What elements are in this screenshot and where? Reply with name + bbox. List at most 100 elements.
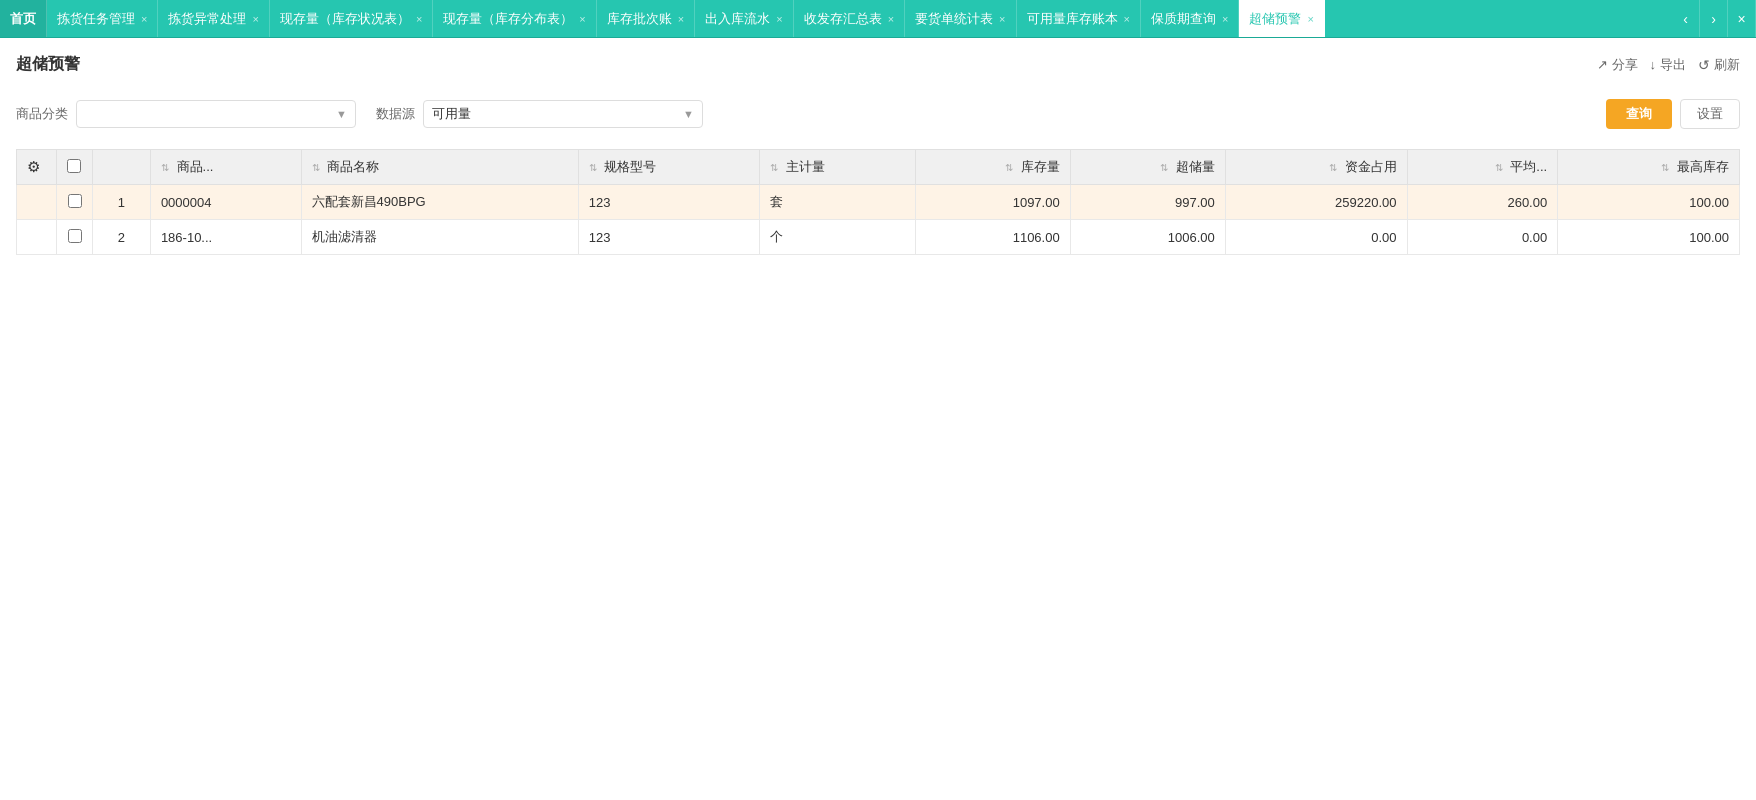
nav-home[interactable]: 首页	[0, 0, 47, 37]
sort-icon-stock: ⇅	[1005, 162, 1013, 173]
row-spec-1: 123	[578, 220, 760, 255]
table-header-row: ⚙ ⇅ 商品... ⇅ 商品名称 ⇅ 规格型号	[17, 150, 1740, 185]
sort-icon-over: ⇅	[1160, 162, 1168, 173]
filter-row: 商品分类 ▼ 数据源 可用量 ▼ 查询 设置	[16, 91, 1740, 137]
th-max[interactable]: ⇅ 最高库存	[1558, 150, 1740, 185]
tab-close-8[interactable]: ×	[1124, 13, 1130, 25]
top-navigation: 首页 拣货任务管理×拣货异常处理×现存量（库存状况表）×现存量（库存分布表）×库…	[0, 0, 1756, 38]
tab-close-4[interactable]: ×	[678, 13, 684, 25]
row-spec-0: 123	[578, 185, 760, 220]
nav-tab-5[interactable]: 出入库流水×	[695, 0, 793, 37]
table-row: 2 186-10... 机油滤清器 123 个 1106.00 1006.00 …	[17, 220, 1740, 255]
nav-tab-3[interactable]: 现存量（库存分布表）×	[433, 0, 596, 37]
table-row: 1 0000004 六配套新昌490BPG 123 套 1097.00 997.…	[17, 185, 1740, 220]
row-checkbox-1[interactable]	[68, 229, 82, 243]
row-capital-0: 259220.00	[1225, 185, 1407, 220]
share-button[interactable]: ↗ 分享	[1597, 56, 1638, 74]
query-button[interactable]: 查询	[1606, 99, 1672, 129]
nav-tab-1[interactable]: 拣货异常处理×	[158, 0, 269, 37]
header-actions: ↗ 分享 ↓ 导出 ↺ 刷新	[1597, 56, 1741, 74]
filter-actions: 查询 设置	[1606, 99, 1740, 129]
row-max-0: 100.00	[1558, 185, 1740, 220]
sort-icon-capital: ⇅	[1329, 162, 1337, 173]
nav-tab-2[interactable]: 现存量（库存状况表）×	[270, 0, 433, 37]
row-gear-cell	[17, 220, 57, 255]
th-avg[interactable]: ⇅ 平均...	[1407, 150, 1558, 185]
sort-icon-avg: ⇅	[1495, 162, 1503, 173]
category-arrow-icon: ▼	[336, 108, 347, 120]
nav-tab-9[interactable]: 保质期查询×	[1141, 0, 1239, 37]
th-num	[93, 150, 151, 185]
row-gear-cell	[17, 185, 57, 220]
th-capital[interactable]: ⇅ 资金占用	[1225, 150, 1407, 185]
row-checkbox-0[interactable]	[68, 194, 82, 208]
tab-close-2[interactable]: ×	[416, 13, 422, 25]
row-unit-1: 个	[760, 220, 915, 255]
nav-tab-7[interactable]: 要货单统计表×	[905, 0, 1016, 37]
datasource-select[interactable]: 可用量 ▼	[423, 100, 703, 128]
row-name-1: 机油滤清器	[301, 220, 578, 255]
th-stock[interactable]: ⇅ 库存量	[915, 150, 1070, 185]
row-stock-0: 1097.00	[915, 185, 1070, 220]
sort-icon-unit: ⇅	[770, 162, 778, 173]
gear-icon: ⚙	[27, 158, 40, 175]
sort-icon-name: ⇅	[312, 162, 320, 173]
row-code-0: 0000004	[150, 185, 301, 220]
data-table: ⚙ ⇅ 商品... ⇅ 商品名称 ⇅ 规格型号	[16, 149, 1740, 255]
nav-tab-10[interactable]: 超储预警×	[1239, 0, 1324, 37]
row-num-0: 1	[93, 185, 151, 220]
row-avg-0: 260.00	[1407, 185, 1558, 220]
th-unit[interactable]: ⇅ 主计量	[760, 150, 915, 185]
nav-arrow-left[interactable]: ‹	[1672, 0, 1700, 37]
tab-close-0[interactable]: ×	[141, 13, 147, 25]
datasource-value: 可用量	[432, 105, 471, 123]
row-avg-1: 0.00	[1407, 220, 1558, 255]
row-over-1: 1006.00	[1070, 220, 1225, 255]
export-icon: ↓	[1650, 57, 1657, 72]
tab-close-10[interactable]: ×	[1307, 13, 1313, 25]
datasource-filter: 数据源 可用量 ▼	[376, 100, 703, 128]
row-max-1: 100.00	[1558, 220, 1740, 255]
refresh-button[interactable]: ↺ 刷新	[1698, 56, 1740, 74]
refresh-icon: ↺	[1698, 57, 1710, 73]
th-spec[interactable]: ⇅ 规格型号	[578, 150, 760, 185]
nav-tab-4[interactable]: 库存批次账×	[597, 0, 695, 37]
row-code-1: 186-10...	[150, 220, 301, 255]
tab-close-7[interactable]: ×	[999, 13, 1005, 25]
category-label: 商品分类	[16, 105, 68, 123]
tab-close-6[interactable]: ×	[888, 13, 894, 25]
tab-close-5[interactable]: ×	[776, 13, 782, 25]
nav-arrow-right[interactable]: ›	[1700, 0, 1728, 37]
th-code[interactable]: ⇅ 商品...	[150, 150, 301, 185]
category-select[interactable]: ▼	[76, 100, 356, 128]
tab-close-3[interactable]: ×	[579, 13, 585, 25]
sort-icon-code: ⇅	[161, 162, 169, 173]
tab-close-9[interactable]: ×	[1222, 13, 1228, 25]
row-checkbox-cell[interactable]	[57, 185, 93, 220]
export-button[interactable]: ↓ 导出	[1650, 56, 1687, 74]
row-stock-1: 1106.00	[915, 220, 1070, 255]
category-value	[85, 105, 98, 123]
page-header: 超储预警 ↗ 分享 ↓ 导出 ↺ 刷新	[16, 54, 1740, 75]
row-checkbox-cell[interactable]	[57, 220, 93, 255]
row-num-1: 2	[93, 220, 151, 255]
th-gear[interactable]: ⚙	[17, 150, 57, 185]
row-capital-1: 0.00	[1225, 220, 1407, 255]
tab-close-1[interactable]: ×	[252, 13, 258, 25]
settings-button[interactable]: 设置	[1680, 99, 1740, 129]
nav-tab-0[interactable]: 拣货任务管理×	[47, 0, 158, 37]
select-all-checkbox[interactable]	[67, 159, 81, 173]
row-unit-0: 套	[760, 185, 915, 220]
row-name-0: 六配套新昌490BPG	[301, 185, 578, 220]
th-over[interactable]: ⇅ 超储量	[1070, 150, 1225, 185]
sort-icon-max: ⇅	[1661, 162, 1669, 173]
sort-icon-spec: ⇅	[589, 162, 597, 173]
category-filter: 商品分类 ▼	[16, 100, 356, 128]
nav-tab-6[interactable]: 收发存汇总表×	[794, 0, 905, 37]
th-name[interactable]: ⇅ 商品名称	[301, 150, 578, 185]
nav-tab-8[interactable]: 可用量库存账本×	[1017, 0, 1141, 37]
share-icon: ↗	[1597, 57, 1608, 72]
row-over-0: 997.00	[1070, 185, 1225, 220]
th-checkbox[interactable]	[57, 150, 93, 185]
nav-close-all[interactable]: ×	[1728, 0, 1756, 37]
